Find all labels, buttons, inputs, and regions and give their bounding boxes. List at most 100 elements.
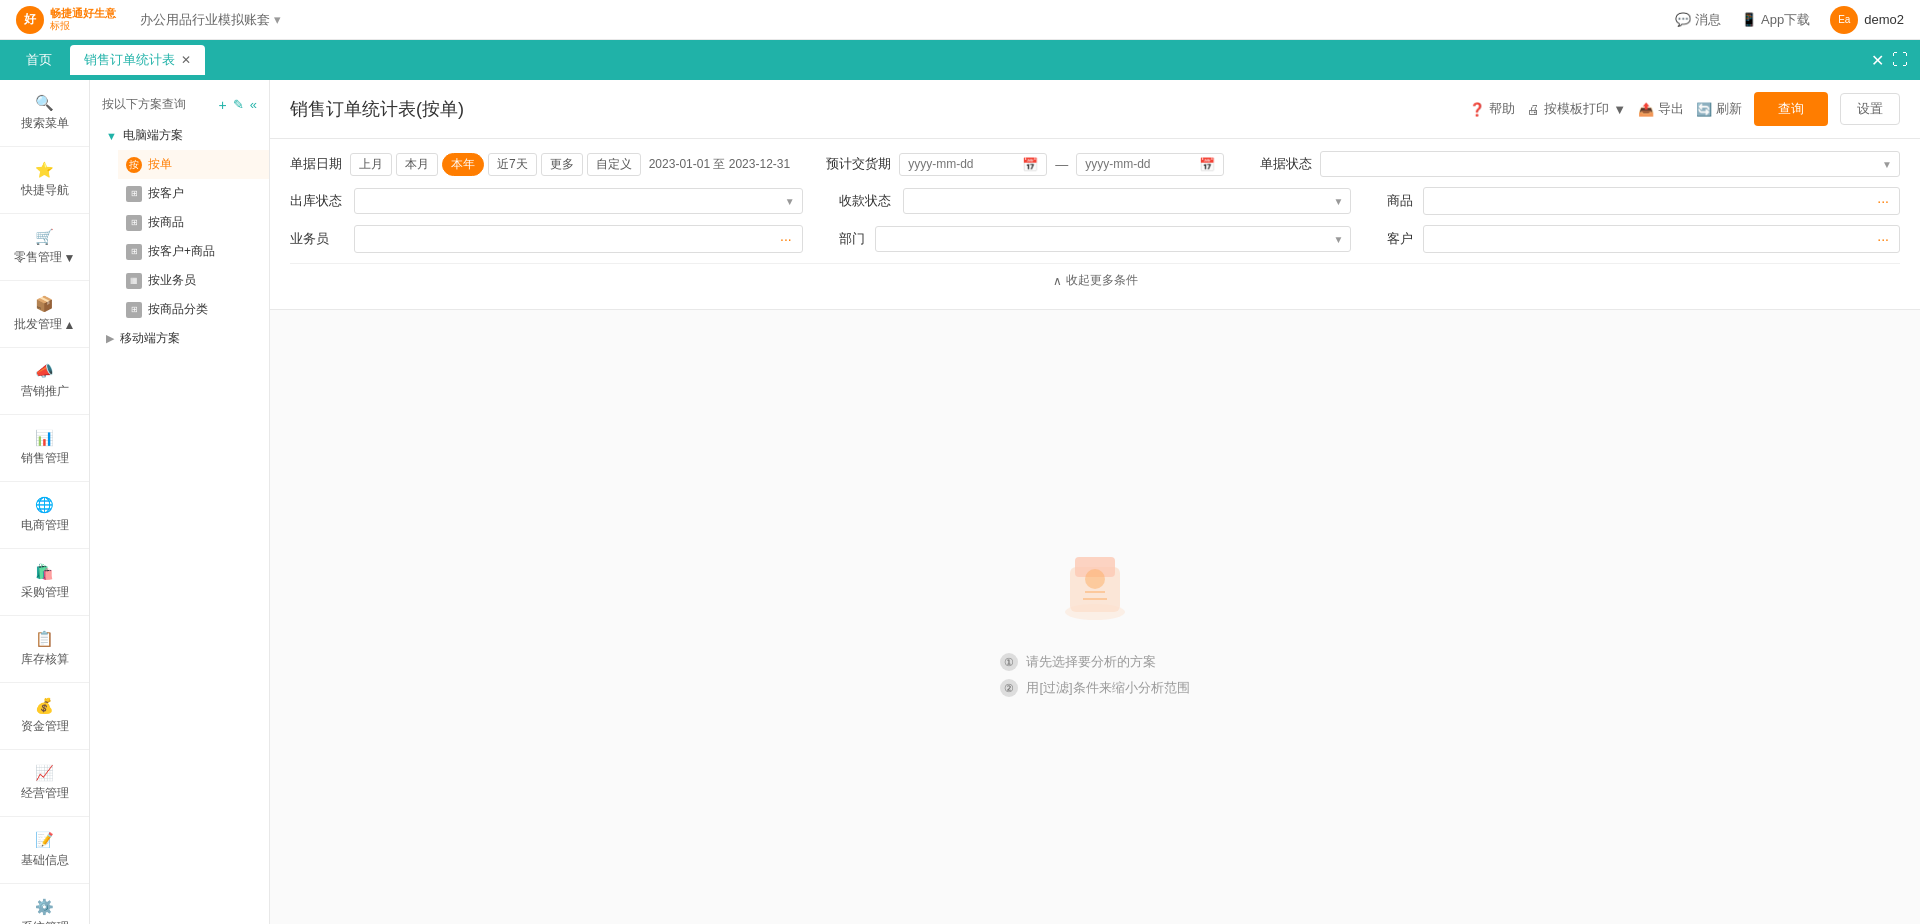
expected-start-input[interactable]	[908, 157, 1018, 171]
empty-tip-2: ② 用[过滤]条件来缩小分析范围	[1000, 679, 1189, 697]
template-print-btn[interactable]: 🖨 按模板打印 ▼	[1527, 100, 1626, 118]
sidebar: 🔍 搜索菜单 ⭐ 快捷导航 🛒 零售管理 ▼ 📦 批发管理 ▲ 📣 营销推广	[0, 80, 90, 924]
empty-icon	[1045, 537, 1145, 637]
payment-filter-group: 收款状态 ▼	[839, 188, 1352, 214]
section-mobile: ▶ 移动端方案	[90, 324, 269, 353]
by-customer-icon: ⊞	[126, 186, 142, 202]
window-close-btn[interactable]: ✕	[1871, 51, 1884, 70]
customer-filter-group: 客户 ···	[1387, 225, 1900, 253]
goods-label: 商品	[1387, 192, 1415, 210]
tree-node-by-product[interactable]: ⊞ 按商品	[118, 208, 269, 237]
expected-date-start[interactable]: 📅	[899, 153, 1047, 176]
expected-end-input[interactable]	[1085, 157, 1195, 171]
sidebar-item-basic[interactable]: 📝 基础信息	[0, 817, 89, 884]
tip-1-num: ①	[1000, 653, 1018, 671]
app-download-action[interactable]: 📱 App下载	[1741, 11, 1810, 29]
tree-node-by-salesperson[interactable]: ▦ 按业务员	[118, 266, 269, 295]
refresh-icon: 🔄	[1696, 102, 1712, 117]
tree-node-by-cust-prod[interactable]: ⊞ 按客户+商品	[118, 237, 269, 266]
refresh-btn[interactable]: 🔄 刷新	[1696, 100, 1742, 118]
date-end-display: 2023-12-31	[729, 157, 790, 171]
panel-edit-btn[interactable]: ✎	[233, 97, 244, 113]
shortcut-custom[interactable]: 自定义	[587, 153, 641, 176]
tree-node-by-order[interactable]: 按 按单	[118, 150, 269, 179]
sidebar-item-operation[interactable]: 📈 经营管理	[0, 750, 89, 817]
export-btn[interactable]: 📤 导出	[1638, 100, 1684, 118]
mobile-section-label: 移动端方案	[120, 330, 180, 347]
sidebar-item-ecom[interactable]: 🌐 电商管理	[0, 482, 89, 549]
sidebar-label-operation: 经营管理	[21, 785, 69, 802]
app-download-icon: 📱	[1741, 12, 1757, 27]
expected-end-cal-icon: 📅	[1199, 157, 1215, 172]
shortcut-nav-icon: ⭐	[35, 161, 54, 179]
left-panel: 按以下方案查询 + ✎ « ▼ 电脑端方案 按 按单	[90, 80, 270, 924]
delivery-select[interactable]	[354, 188, 803, 214]
tree-section-mobile[interactable]: ▶ 移动端方案	[90, 324, 269, 353]
sidebar-item-inventory[interactable]: 📋 库存核算	[0, 616, 89, 683]
sidebar-item-purchase[interactable]: 🛍️ 采购管理	[0, 549, 89, 616]
shortcut-this-year[interactable]: 本年	[442, 153, 484, 176]
shortcut-last-7[interactable]: 近7天	[488, 153, 537, 176]
sidebar-item-retail[interactable]: 🛒 零售管理 ▼	[0, 214, 89, 281]
date-range-display: 2023-01-01 至 2023-12-31	[649, 156, 790, 173]
page-header-actions: ❓ 帮助 🖨 按模板打印 ▼ 📤 导出 🔄 刷新	[1469, 92, 1900, 126]
export-icon: 📤	[1638, 102, 1654, 117]
sidebar-item-sales[interactable]: 📊 销售管理	[0, 415, 89, 482]
user-area[interactable]: Ea demo2	[1830, 6, 1904, 34]
sidebar-item-shortcut[interactable]: ⭐ 快捷导航	[0, 147, 89, 214]
inventory-nav-icon: 📋	[35, 630, 54, 648]
sidebar-item-wholesale[interactable]: 📦 批发管理 ▲	[0, 281, 89, 348]
shortcut-this-month[interactable]: 本月	[396, 153, 438, 176]
message-label: 消息	[1695, 11, 1721, 29]
tab-home[interactable]: 首页	[12, 45, 66, 75]
wholesale-label-area: 批发管理 ▲	[14, 316, 76, 333]
shortcut-more[interactable]: 更多	[541, 153, 583, 176]
dept-select[interactable]	[875, 226, 1352, 252]
by-customer-label: 按客户	[148, 185, 184, 202]
date-start-display: 2023-01-01	[649, 157, 710, 171]
query-button[interactable]: 查询	[1754, 92, 1828, 126]
panel-collapse-btn[interactable]: «	[250, 97, 257, 113]
message-icon: 💬	[1675, 12, 1691, 27]
system-nav-icon: ⚙️	[35, 898, 54, 916]
expected-date-label: 预计交货期	[826, 155, 891, 173]
top-bar-left: 好 畅捷通好生意 标报 办公用品行业模拟账套 ▾	[16, 6, 281, 34]
filter-row-1: 单据日期 上月 本月 本年 近7天 更多 自定义 2023-01-01 至	[290, 151, 1900, 177]
sidebar-label-search: 搜索菜单	[21, 115, 69, 132]
page-title: 销售订单统计表(按单)	[290, 97, 464, 121]
tree-node-by-category[interactable]: ⊞ 按商品分类	[118, 295, 269, 324]
expected-date-end[interactable]: 📅	[1076, 153, 1224, 176]
collapse-more-conditions[interactable]: ∧ 收起更多条件	[290, 263, 1900, 297]
sidebar-label-inventory: 库存核算	[21, 651, 69, 668]
help-btn[interactable]: ❓ 帮助	[1469, 100, 1515, 118]
shortcut-last-month[interactable]: 上月	[350, 153, 392, 176]
sidebar-item-system[interactable]: ⚙️ 系统管理	[0, 884, 89, 924]
status-select[interactable]	[1320, 151, 1900, 177]
panel-add-btn[interactable]: +	[219, 97, 227, 113]
window-maximize-btn[interactable]: ⛶	[1892, 51, 1908, 70]
sales-nav-icon: 📊	[35, 429, 54, 447]
tree-section-desktop[interactable]: ▼ 电脑端方案	[90, 121, 269, 150]
sidebar-item-finance[interactable]: 💰 资金管理	[0, 683, 89, 750]
payment-select-wrapper: ▼	[903, 188, 1352, 214]
tab-close-icon[interactable]: ✕	[181, 53, 191, 67]
refresh-label: 刷新	[1716, 100, 1742, 118]
goods-input[interactable]: ···	[1423, 187, 1900, 215]
filter-row-3: 业务员 ··· 部门 ▼	[290, 225, 1900, 253]
sidebar-item-search[interactable]: 🔍 搜索菜单	[0, 80, 89, 147]
sidebar-item-marketing[interactable]: 📣 营销推广	[0, 348, 89, 415]
ecom-nav-icon: 🌐	[35, 496, 54, 514]
empty-tip-1: ① 请先选择要分析的方案	[1000, 653, 1189, 671]
payment-select[interactable]	[903, 188, 1352, 214]
help-icon: ❓	[1469, 102, 1485, 117]
tab-sales-order[interactable]: 销售订单统计表 ✕	[70, 45, 205, 75]
salesperson-input[interactable]: ···	[354, 225, 803, 253]
breadcrumb-dropdown-icon[interactable]: ▾	[274, 12, 281, 27]
tree-node-by-customer[interactable]: ⊞ 按客户	[118, 179, 269, 208]
retail-label-area: 零售管理 ▼	[14, 249, 76, 266]
customer-input[interactable]: ···	[1423, 225, 1900, 253]
settings-button[interactable]: 设置	[1840, 93, 1900, 125]
content-area: 按以下方案查询 + ✎ « ▼ 电脑端方案 按 按单	[90, 80, 1920, 924]
goods-filter-group: 商品 ···	[1387, 187, 1900, 215]
message-action[interactable]: 💬 消息	[1675, 11, 1721, 29]
